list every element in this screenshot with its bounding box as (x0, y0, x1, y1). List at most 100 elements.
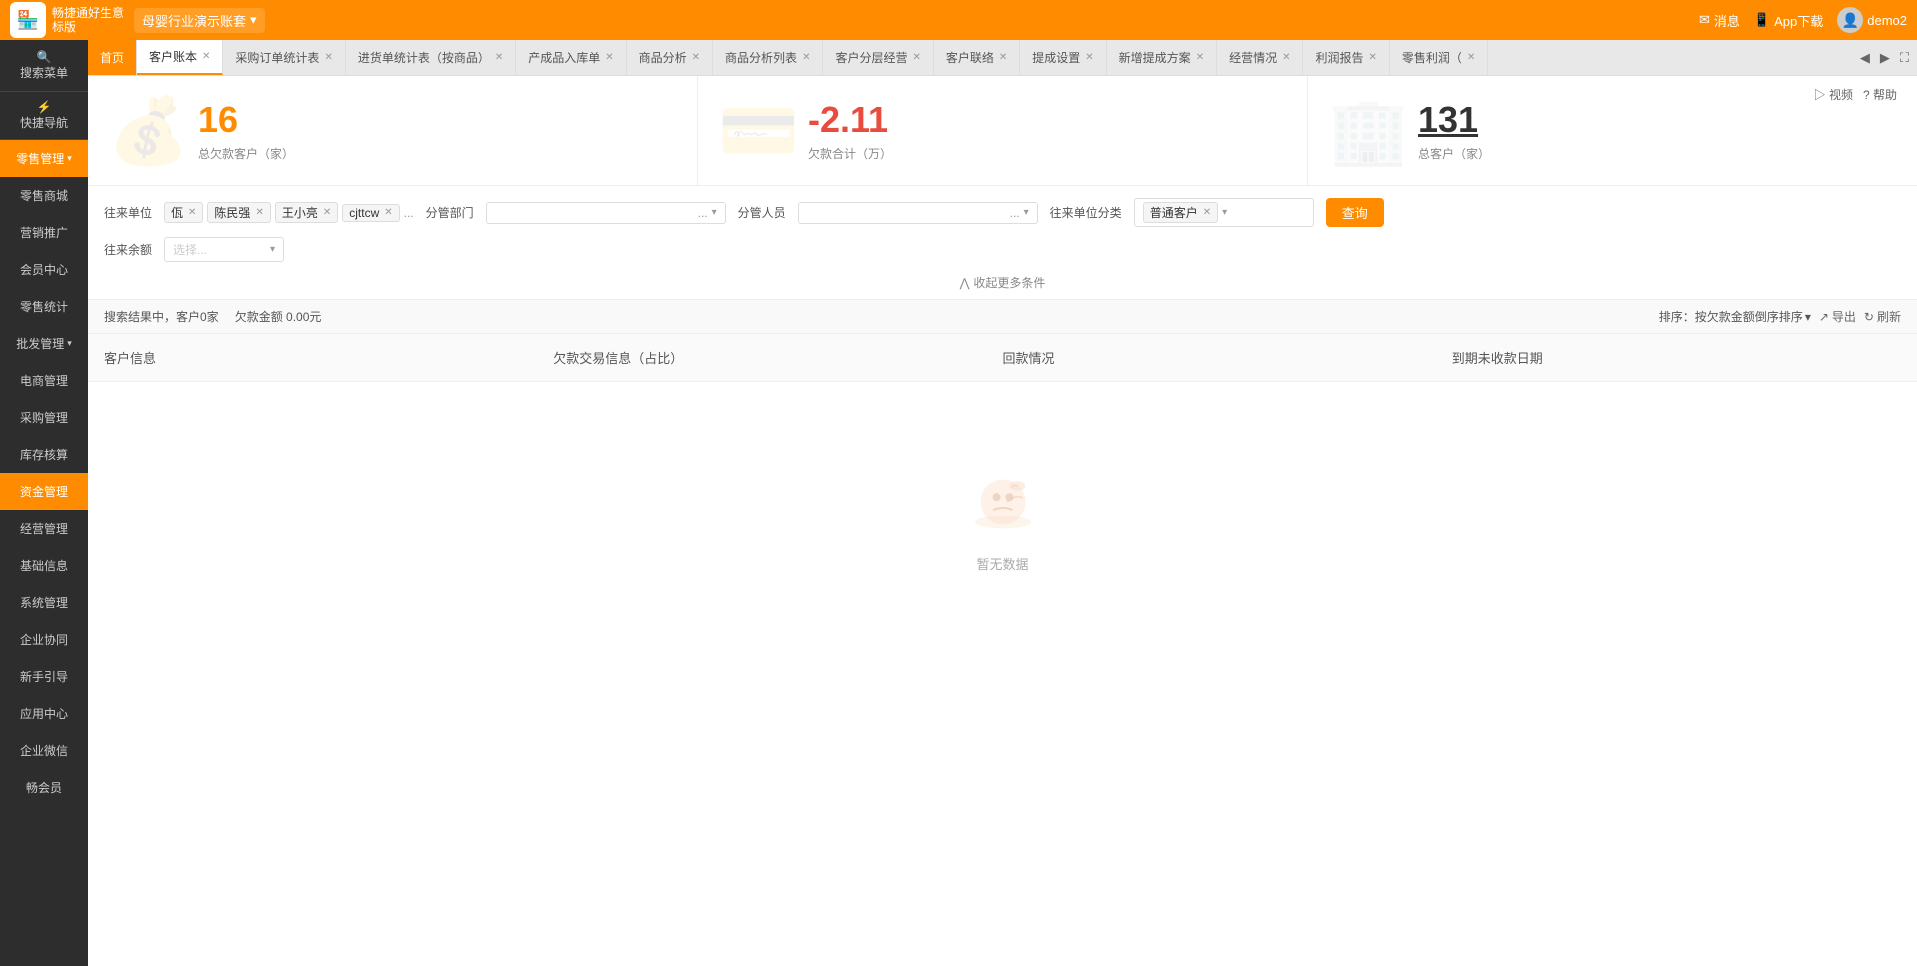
content-area: 首页 客户账本 ✕ 采购订单统计表 ✕ 进货单统计表（按商品） ✕ 产成品入库单… (88, 40, 1917, 966)
tab-arrows: ◀ ▶ ⛶ (1852, 48, 1917, 68)
stat-value-customers: 16 (198, 99, 294, 141)
sidebar-item-wholesale-mgmt[interactable]: 批发管理 ▾ (0, 325, 88, 362)
sidebar-item-basic-info[interactable]: 基础信息 (0, 547, 88, 584)
filter-row-1: 往来单位 佤 ✕ 陈民强 ✕ 王小亮 (104, 198, 1901, 227)
avatar: 👤 (1837, 7, 1863, 33)
video-help-btn[interactable]: ▷ 视频 (1814, 86, 1853, 103)
filter-tag-wang-close[interactable]: ✕ (323, 207, 331, 218)
sort-select[interactable]: 排序：按欠款金额倒序排序 ▾ (1659, 308, 1811, 325)
results-amount-summary: 欠款金额 0.00元 (235, 308, 322, 325)
tab-close-retail-profit[interactable]: ✕ (1467, 52, 1475, 63)
tab-prev-btn[interactable]: ◀ (1856, 48, 1874, 68)
chevron-down-icon: ▾ (67, 338, 72, 349)
stat-value-debt: -2.11 (808, 99, 892, 141)
tab-close-promotion-settings[interactable]: ✕ (1085, 52, 1093, 63)
sidebar-item-retail-mall[interactable]: 零售商城 (0, 177, 88, 214)
account-selector[interactable]: 母婴行业演示账套 ▾ (134, 8, 265, 33)
sidebar-item-system-mgmt[interactable]: 系统管理 (0, 584, 88, 621)
tab-next-btn[interactable]: ▶ (1876, 48, 1894, 68)
refresh-button[interactable]: ↻ 刷新 (1864, 308, 1901, 325)
sidebar-item-enterprise-coop[interactable]: 企业协同 (0, 621, 88, 658)
filter-tag-wa-close[interactable]: ✕ (188, 207, 196, 218)
tab-product-instock[interactable]: 产成品入库单 ✕ (516, 40, 626, 75)
tab-close-product-analysis[interactable]: ✕ (692, 52, 700, 63)
export-button[interactable]: ↗ 导出 (1819, 308, 1856, 325)
tab-product-analysis[interactable]: 商品分析 ✕ (627, 40, 713, 75)
page-help: ▷ 视频 ? 帮助 (1814, 86, 1897, 103)
unit-label: 往来单位 (104, 204, 152, 221)
tab-close-product-analysis-list[interactable]: ✕ (802, 52, 810, 63)
tab-retail-profit[interactable]: 零售利润（ ✕ (1390, 40, 1488, 75)
table-header: 客户信息 欠款交易信息（占比） 回款情况 到期未收款日期 (88, 334, 1917, 382)
more-tags-btn[interactable]: ... (404, 206, 414, 220)
query-button[interactable]: 查询 (1326, 198, 1384, 227)
sidebar-item-new-guide[interactable]: 新手引导 (0, 658, 88, 695)
amount-label: 往来余额 (104, 241, 152, 258)
filter-area: 往来单位 佤 ✕ 陈民强 ✕ 王小亮 (88, 186, 1917, 300)
tab-close-new-promotion-plan[interactable]: ✕ (1196, 52, 1204, 63)
dept-label: 分管部门 (426, 204, 474, 221)
tab-customer-accounts[interactable]: 客户账本 ✕ (137, 40, 223, 75)
filter-tag-chen-close[interactable]: ✕ (255, 207, 263, 218)
sort-chevron-icon: ▾ (1805, 310, 1811, 324)
tab-profit-report[interactable]: 利润报告 ✕ (1303, 40, 1389, 75)
selector-text: 母婴行业演示账套 (142, 11, 246, 30)
tab-product-analysis-list[interactable]: 商品分析列表 ✕ (713, 40, 823, 75)
tab-close-operation-status[interactable]: ✕ (1282, 52, 1290, 63)
empty-state: 暂无数据 (88, 382, 1917, 653)
sidebar-quick-nav[interactable]: ⚡ 快捷导航 (0, 92, 88, 140)
tab-close-profit-report[interactable]: ✕ (1369, 52, 1377, 63)
sidebar-item-vip-member[interactable]: 畅会员 (0, 769, 88, 806)
messages-btn[interactable]: ✉ 消息 (1699, 11, 1740, 30)
tab-fullscreen-btn[interactable]: ⛶ (1896, 48, 1913, 68)
tab-new-promotion-plan[interactable]: 新增提成方案 ✕ (1107, 40, 1217, 75)
tab-operation-status[interactable]: 经营情况 ✕ (1217, 40, 1303, 75)
amount-select[interactable]: 选择... ▾ (164, 237, 284, 262)
filter-tag-cjttcw-close[interactable]: ✕ (384, 207, 392, 218)
empty-icon (963, 462, 1043, 542)
tab-customer-segment[interactable]: 客户分层经营 ✕ (823, 40, 933, 75)
chevron-up-icon: ⋀ (960, 276, 970, 290)
collapse-row[interactable]: ⋀ 收起更多条件 (104, 270, 1901, 299)
tab-close-goods-stats-by-product[interactable]: ✕ (495, 52, 503, 63)
tab-close-customer-contact[interactable]: ✕ (999, 52, 1007, 63)
sidebar-item-inventory[interactable]: 库存核算 (0, 436, 88, 473)
sidebar-item-app-center[interactable]: 应用中心 (0, 695, 88, 732)
sidebar-item-member-center[interactable]: 会员中心 (0, 251, 88, 288)
stat-label-customers: 总欠款客户（家） (198, 145, 294, 162)
sidebar-item-enterprise-wechat[interactable]: 企业微信 (0, 732, 88, 769)
sidebar-item-retail-mgmt[interactable]: 零售管理 ▾ (0, 140, 88, 177)
tab-close-product-instock[interactable]: ✕ (605, 52, 613, 63)
tab-close-purchase-order-stats[interactable]: ✕ (324, 52, 332, 63)
sidebar-search[interactable]: 🔍 搜索菜单 (0, 40, 88, 92)
tab-goods-stats-by-product[interactable]: 进货单统计表（按商品） ✕ (346, 40, 516, 75)
tab-customer-contact[interactable]: 客户联络 ✕ (934, 40, 1020, 75)
dept-select[interactable]: ... ▾ (486, 202, 726, 224)
classify-tag-close[interactable]: ✕ (1203, 207, 1211, 218)
sidebar-item-marketing[interactable]: 营销推广 (0, 214, 88, 251)
main-layout: 🔍 搜索菜单 ⚡ 快捷导航 零售管理 ▾ 零售商城 营销推广 会员中心 (0, 40, 1917, 966)
classify-label: 往来单位分类 (1050, 204, 1122, 221)
person-more-icon: ... (1010, 206, 1020, 220)
tab-close-customer-accounts[interactable]: ✕ (202, 51, 210, 62)
classify-select[interactable]: 普通客户 ✕ ▾ (1134, 198, 1314, 227)
help-btn[interactable]: ? 帮助 (1863, 86, 1897, 103)
sidebar-item-operation[interactable]: 经营管理 (0, 510, 88, 547)
filter-tag-wang: 王小亮 ✕ (275, 202, 338, 223)
sidebar-item-retail-stats[interactable]: 零售统计 (0, 288, 88, 325)
sidebar-item-purchase-mgmt[interactable]: 采购管理 (0, 399, 88, 436)
tab-home[interactable]: 首页 (88, 40, 137, 75)
sidebar-item-finance[interactable]: 资金管理 (0, 473, 88, 510)
app-download-btn[interactable]: 📱 App下载 (1754, 11, 1823, 30)
stat-label-total: 总客户（家） (1418, 145, 1490, 162)
user-avatar-btn[interactable]: 👤 demo2 (1837, 7, 1907, 33)
person-select[interactable]: ... ▾ (798, 202, 1038, 224)
stats-row: 💰 16 总欠款客户（家） 💳 -2.11 欠款合计（万） (88, 76, 1917, 186)
sidebar-item-ecommerce[interactable]: 电商管理 (0, 362, 88, 399)
results-right: 排序：按欠款金额倒序排序 ▾ ↗ 导出 ↻ 刷新 (1659, 308, 1901, 325)
tab-close-customer-segment[interactable]: ✕ (912, 52, 920, 63)
stat-card-customers: 💰 16 总欠款客户（家） (88, 76, 698, 185)
classify-tag-normal: 普通客户 ✕ (1143, 202, 1218, 223)
tab-purchase-order-stats[interactable]: 采购订单统计表 ✕ (223, 40, 345, 75)
tab-promotion-settings[interactable]: 提成设置 ✕ (1020, 40, 1106, 75)
